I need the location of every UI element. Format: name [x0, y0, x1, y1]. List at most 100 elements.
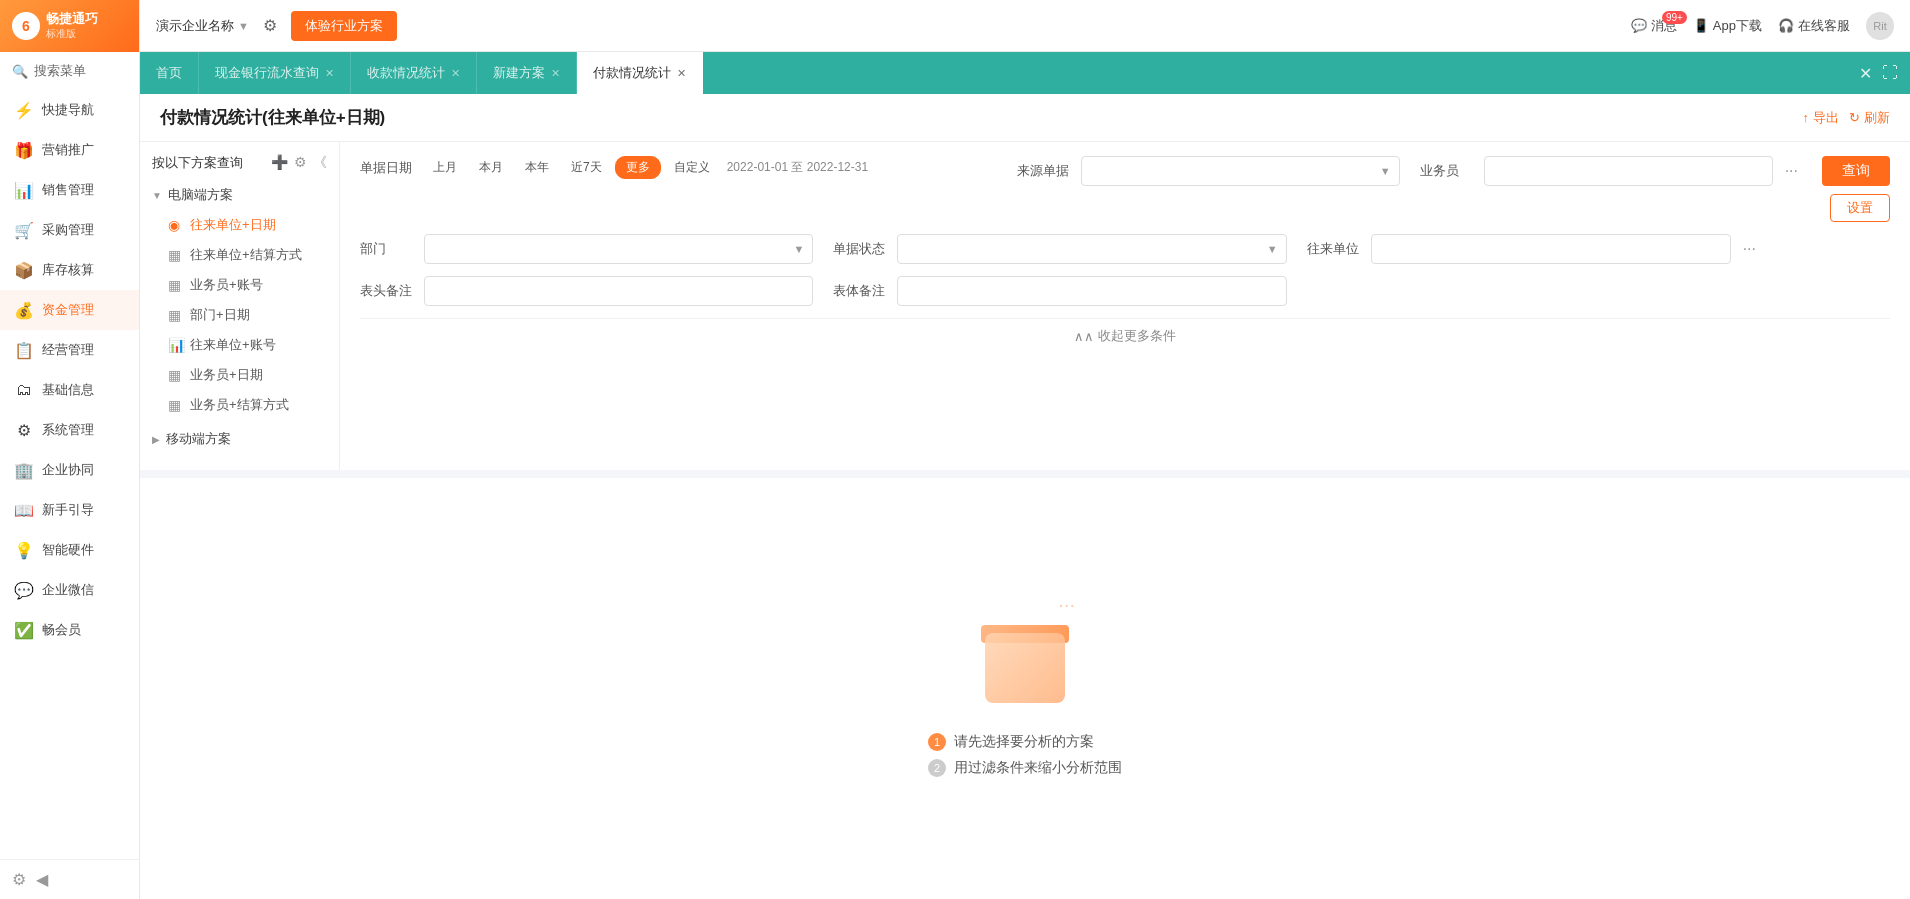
tab-payment-stats[interactable]: 付款情况统计 ✕	[577, 52, 703, 94]
body-notes-input[interactable]	[897, 276, 1286, 306]
filter-settings-btn[interactable]: 设置	[1830, 194, 1890, 222]
company-selector[interactable]: 演示企业名称 ▼	[156, 17, 249, 35]
sidebar-item-system[interactable]: ⚙ 系统管理	[0, 410, 139, 450]
counterpart-input[interactable]	[1371, 234, 1731, 264]
sidebar-item-inventory[interactable]: 📦 库存核算	[0, 250, 139, 290]
pc-group-arrow-icon: ▼	[152, 190, 162, 201]
guide-icon: 📖	[14, 500, 34, 520]
tab-payment-stats-close[interactable]: ✕	[677, 67, 686, 80]
header-notes-input[interactable]	[424, 276, 813, 306]
scheme-item-salesperson-settlement[interactable]: ▦ 业务员+结算方式	[140, 390, 339, 420]
doc-status-select[interactable]: ▼	[897, 234, 1286, 264]
date-more[interactable]: 更多	[615, 156, 661, 179]
search-menu[interactable]: 🔍 搜索菜单	[0, 52, 139, 90]
tab-expand-icon[interactable]: ⛶	[1882, 64, 1898, 82]
sidebar-item-finance[interactable]: 💰 资金管理	[0, 290, 139, 330]
scheme-item-salesperson-account[interactable]: ▦ 业务员+账号	[140, 270, 339, 300]
filter-row-2: 部门 ▼ 单据状态 ▼ 往来单位	[360, 234, 1890, 264]
tab-bank-flow[interactable]: 现金银行流水查询 ✕	[199, 52, 351, 94]
sidebar: 6 畅捷通巧 标准版 🔍 搜索菜单 ⚡ 快捷导航 🎁 营销推广 📊 销售管理 🛒…	[0, 0, 140, 899]
dept-date-icon: ▦	[168, 307, 184, 323]
sidebar-item-member[interactable]: ✅ 畅会员	[0, 610, 139, 650]
logo-icon: 6	[12, 12, 40, 40]
scheme-settings-icon[interactable]: ⚙	[294, 154, 307, 172]
tab-bank-flow-close[interactable]: ✕	[325, 67, 334, 80]
source-doc-select[interactable]: ▼	[1081, 156, 1399, 186]
tab-receipt-stats-close[interactable]: ✕	[451, 67, 460, 80]
empty-step-1: 1 请先选择要分析的方案	[928, 733, 1122, 751]
sidebar-item-basic-info[interactable]: 🗂 基础信息	[0, 370, 139, 410]
collapse-more-btn[interactable]: ∧∧ 收起更多条件	[360, 318, 1890, 353]
date-label: 单据日期	[360, 159, 416, 177]
filter-date-field: 单据日期 上月 本月 本年 近7天 更多 自定义 2022-01-01 至 20…	[360, 156, 997, 179]
sidebar-item-guide[interactable]: 📖 新手引导	[0, 490, 139, 530]
counterpart-label: 往来单位	[1307, 240, 1363, 258]
business-icon: 📋	[14, 340, 34, 360]
company-chevron-icon: ▼	[238, 20, 249, 32]
main-area: 演示企业名称 ▼ ⚙ 体验行业方案 💬 消息 99+ 📱 App下载 🎧 在线客…	[140, 0, 1910, 899]
scheme-panel-header: 按以下方案查询 ➕ ⚙ 《	[140, 154, 339, 180]
export-btn[interactable]: ↑ 导出	[1803, 109, 1840, 127]
refresh-btn[interactable]: ↻ 刷新	[1849, 109, 1890, 127]
sidebar-logo: 6 畅捷通巧 标准版	[0, 0, 139, 52]
salesperson-settlement-icon: ▦	[168, 397, 184, 413]
scheme-add-icon[interactable]: ➕	[271, 154, 288, 172]
scheme-pc-group-header[interactable]: ▼ 电脑端方案	[140, 180, 339, 210]
sidebar-item-company[interactable]: 🏢 企业协同	[0, 450, 139, 490]
tab-new-plan[interactable]: 新建方案 ✕	[477, 52, 577, 94]
sidebar-item-quick-nav[interactable]: ⚡ 快捷导航	[0, 90, 139, 130]
tab-close-all-icon[interactable]: ✕	[1859, 64, 1872, 83]
counterpart-dots[interactable]: ···	[1739, 240, 1760, 258]
online-service-btn[interactable]: 🎧 在线客服	[1778, 17, 1850, 35]
sidebar-collapse-icon[interactable]: ◀	[36, 870, 48, 889]
user-avatar[interactable]: Rit	[1866, 12, 1894, 40]
date-custom[interactable]: 自定义	[665, 156, 719, 179]
avatar-text: Rit	[1873, 20, 1886, 32]
tab-home[interactable]: 首页	[140, 52, 199, 94]
empty-dots: ···	[1058, 593, 1075, 616]
header-right: 💬 消息 99+ 📱 App下载 🎧 在线客服 Rit	[1631, 12, 1894, 40]
sidebar-item-marketing[interactable]: 🎁 营销推广	[0, 130, 139, 170]
header-settings-icon[interactable]: ⚙	[263, 16, 277, 35]
empty-illustration: ···	[965, 593, 1085, 713]
salesperson-dots[interactable]: ···	[1781, 162, 1802, 180]
scheme-mobile-group-header[interactable]: ▶ 移动端方案	[140, 424, 339, 454]
sidebar-item-hardware[interactable]: 💡 智能硬件	[0, 530, 139, 570]
scheme-item-unit-account[interactable]: 📊 往来单位+账号	[140, 330, 339, 360]
unit-account-icon: 📊	[168, 337, 184, 353]
refresh-icon: ↻	[1849, 110, 1860, 125]
notification-btn[interactable]: 💬 消息 99+	[1631, 17, 1677, 35]
unit-settlement-icon: ▦	[168, 247, 184, 263]
scheme-item-dept-date[interactable]: ▦ 部门+日期	[140, 300, 339, 330]
dept-select[interactable]: ▼	[424, 234, 813, 264]
sidebar-item-business[interactable]: 📋 经营管理	[0, 330, 139, 370]
tab-receipt-stats[interactable]: 收款情况统计 ✕	[351, 52, 477, 94]
sidebar-item-sales[interactable]: 📊 销售管理	[0, 170, 139, 210]
tab-new-plan-close[interactable]: ✕	[551, 67, 560, 80]
app-download-btn[interactable]: 📱 App下载	[1693, 17, 1762, 35]
notification-badge: 99+	[1662, 11, 1687, 24]
date-options: 上月 本月 本年 近7天 更多 自定义 2022-01-01 至 2022-12…	[424, 156, 868, 179]
sidebar-item-wechat[interactable]: 💬 企业微信	[0, 570, 139, 610]
unit-date-icon: ◉	[168, 217, 184, 233]
date-this-month[interactable]: 本月	[470, 156, 512, 179]
scheme-item-unit-settlement[interactable]: ▦ 往来单位+结算方式	[140, 240, 339, 270]
sidebar-item-purchase[interactable]: 🛒 采购管理	[0, 210, 139, 250]
scheme-pc-group: ▼ 电脑端方案 ◉ 往来单位+日期 ▦ 往来单位+结算方式 ▦ 业务员+账号	[140, 180, 339, 420]
query-btn[interactable]: 查询	[1822, 156, 1890, 186]
sidebar-bottom: ⚙ ◀	[0, 859, 139, 899]
date-last-7[interactable]: 近7天	[562, 156, 611, 179]
scheme-item-salesperson-date[interactable]: ▦ 业务员+日期	[140, 360, 339, 390]
sidebar-settings-icon[interactable]: ⚙	[12, 870, 26, 889]
date-last-month[interactable]: 上月	[424, 156, 466, 179]
scheme-collapse-icon[interactable]: 《	[313, 154, 327, 172]
trial-btn[interactable]: 体验行业方案	[291, 11, 397, 41]
salesperson-input[interactable]	[1484, 156, 1773, 186]
app-download-icon: 📱	[1693, 18, 1709, 33]
scheme-item-unit-date[interactable]: ◉ 往来单位+日期	[140, 210, 339, 240]
filter-header-notes-field: 表头备注	[360, 276, 813, 306]
salesperson-account-icon: ▦	[168, 277, 184, 293]
source-doc-arrow-icon: ▼	[1380, 165, 1391, 177]
date-this-year[interactable]: 本年	[516, 156, 558, 179]
doc-status-arrow-icon: ▼	[1267, 243, 1278, 255]
